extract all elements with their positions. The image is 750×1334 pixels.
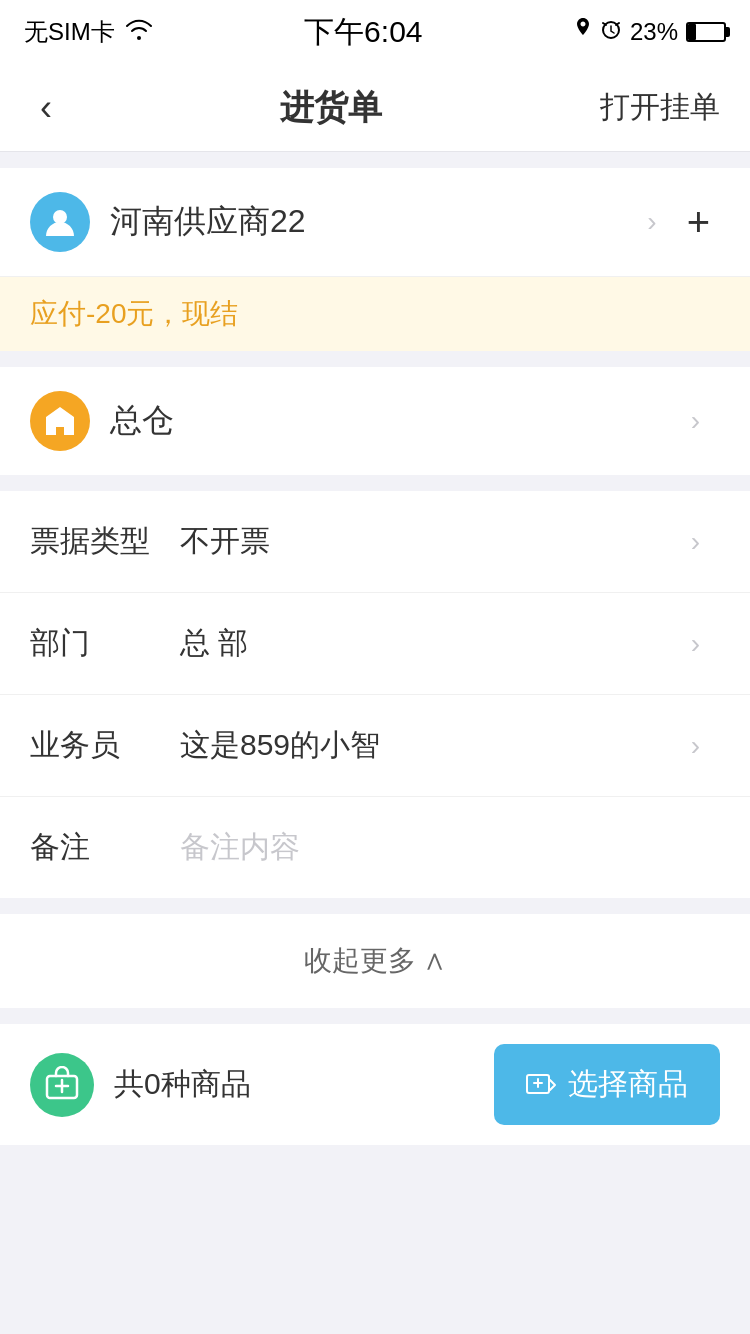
page-title: 进货单 [280,85,382,131]
form-section: 票据类型 不开票 › 部门 总 部 › 业务员 这是859的小智 › 备注 备注… [0,491,750,898]
back-button[interactable]: ‹ [30,77,62,139]
battery-icon [686,22,726,42]
product-count-label: 共0种商品 [114,1064,474,1105]
collapse-button[interactable]: 收起更多 ∧ [0,914,750,1008]
alarm-icon [600,18,622,46]
status-bar: 无SIM卡 下午6:04 23% [0,0,750,64]
salesman-label: 业务员 [30,725,160,766]
remark-row[interactable]: 备注 备注内容 [0,797,750,898]
invoice-value: 不开票 [160,521,691,562]
supplier-row[interactable]: 河南供应商22 › + [0,168,750,277]
supplier-card: 河南供应商22 › + 应付-20元，现结 [0,168,750,351]
status-time: 下午6:04 [304,12,422,53]
warehouse-row[interactable]: 总仓 › [0,367,750,475]
wifi-icon [125,18,153,46]
dept-chevron-icon: › [691,628,700,660]
supplier-chevron-icon: › [647,206,656,238]
salesman-row[interactable]: 业务员 这是859的小智 › [0,695,750,797]
open-pending-button[interactable]: 打开挂单 [600,87,720,128]
product-icon [30,1053,94,1117]
svg-point-1 [53,210,67,224]
status-left: 无SIM卡 [24,16,153,48]
supplier-name: 河南供应商22 [110,200,647,244]
invoice-row[interactable]: 票据类型 不开票 › [0,491,750,593]
select-product-label: 选择商品 [568,1064,688,1105]
supplier-notice: 应付-20元，现结 [0,277,750,351]
supplier-avatar [30,192,90,252]
location-icon [574,18,592,46]
collapse-label: 收起更多 ∧ [304,942,447,980]
remark-input[interactable]: 备注内容 [160,827,720,868]
nav-bar: ‹ 进货单 打开挂单 [0,64,750,152]
section-gap-2 [0,351,750,367]
remark-label: 备注 [30,827,160,868]
warehouse-name: 总仓 [110,399,691,443]
warehouse-icon [30,391,90,451]
salesman-value: 这是859的小智 [160,725,691,766]
select-product-button[interactable]: 选择商品 [494,1044,720,1125]
dept-label: 部门 [30,623,160,664]
battery-percentage: 23% [630,18,678,46]
salesman-chevron-icon: › [691,730,700,762]
warehouse-chevron-icon: › [691,405,700,437]
section-gap-1 [0,152,750,168]
invoice-chevron-icon: › [691,526,700,558]
status-right: 23% [574,18,726,46]
dept-row[interactable]: 部门 总 部 › [0,593,750,695]
warehouse-card: 总仓 › [0,367,750,475]
add-supplier-button[interactable]: + [677,200,720,245]
invoice-label: 票据类型 [30,521,160,562]
bottom-bar: 共0种商品 选择商品 [0,1024,750,1145]
dept-value: 总 部 [160,623,691,664]
page-background [0,1145,750,1334]
carrier-label: 无SIM卡 [24,16,115,48]
